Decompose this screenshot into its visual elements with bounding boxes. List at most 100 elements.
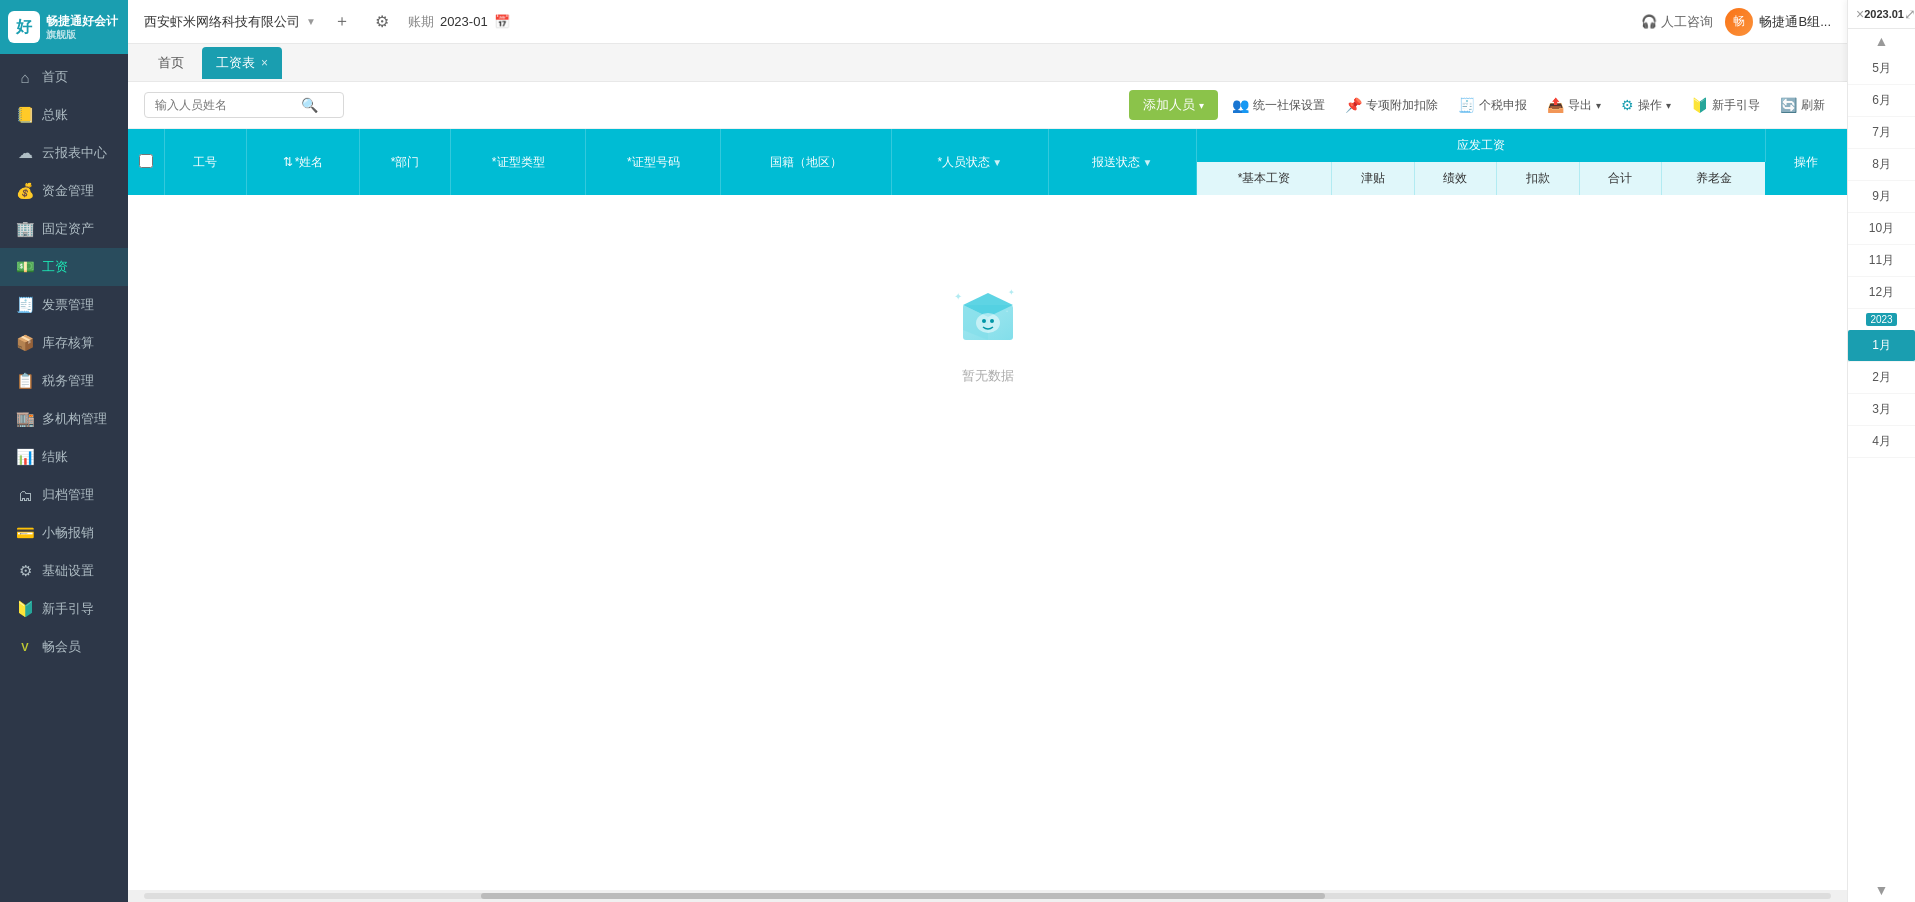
sidebar-item-member[interactable]: V 畅会员 <box>0 628 128 666</box>
tab-home-label: 首页 <box>158 54 184 72</box>
sidebar-item-guide[interactable]: 🔰 新手引导 <box>0 590 128 628</box>
table-container: 工号 ⇅ *姓名 *部门 *证型类型 *证型号码 国籍（地区） <box>128 129 1847 890</box>
sidebar-item-invoice[interactable]: 🧾 发票管理 <box>0 286 128 324</box>
tabbar: 首页 工资表 × <box>128 44 1847 82</box>
th-report-status: 报送状态 ▼ <box>1048 129 1196 195</box>
topbar: 西安虾米网络科技有限公司 ▼ ＋ ⚙ 账期 2023-01 📅 🎧 人工咨询 畅… <box>128 0 1847 44</box>
sidebar-item-label: 发票管理 <box>42 296 94 314</box>
empty-message: 暂无数据 <box>962 367 1014 385</box>
scrollbar-track[interactable] <box>144 893 1831 899</box>
sidebar-item-label: 固定资产 <box>42 220 94 238</box>
sidebar-logo: 好 畅捷通好会计 旗舰版 <box>0 0 128 54</box>
guide-label: 新手引导 <box>1712 97 1760 114</box>
export-button[interactable]: 📤 导出 ▾ <box>1541 93 1607 118</box>
sidebar-item-tax[interactable]: 📋 税务管理 <box>0 362 128 400</box>
content-area: 🔍 添加人员 ▾ 👥 统一社保设置 📌 专项附加扣除 🧾 个税申报 <box>128 82 1847 902</box>
th-dept: *部门 <box>360 129 451 195</box>
sidebar-item-home[interactable]: ⌂ 首页 <box>0 58 128 96</box>
operations-icon: ⚙ <box>1621 97 1634 113</box>
report-filter-icon: ▼ <box>1142 157 1152 168</box>
member-icon: V <box>16 641 34 653</box>
salary-table: 工号 ⇅ *姓名 *部门 *证型类型 *证型号码 国籍（地区） <box>128 129 1847 195</box>
tab-close-button[interactable]: × <box>261 56 268 70</box>
month-item-2023-01[interactable]: 1月 <box>1848 330 1915 362</box>
sidebar-item-label: 工资 <box>42 258 68 276</box>
select-all-checkbox[interactable] <box>139 154 153 168</box>
special-deduction-label: 专项附加扣除 <box>1366 97 1438 114</box>
th-country: 国籍（地区） <box>721 129 892 195</box>
sidebar-item-ledger[interactable]: 📒 总账 <box>0 96 128 134</box>
archive-icon: 🗂 <box>16 487 34 504</box>
sidebar-item-salary[interactable]: 💵 工资 <box>0 248 128 286</box>
special-deduction-button[interactable]: 📌 专项附加扣除 <box>1339 93 1444 118</box>
sidebar-item-label: 资金管理 <box>42 182 94 200</box>
tab-salary-table[interactable]: 工资表 × <box>202 47 282 79</box>
name-sort[interactable]: ⇅ *姓名 <box>283 154 324 171</box>
personal-tax-button[interactable]: 🧾 个税申报 <box>1452 93 1533 118</box>
topbar-right: 🎧 人工咨询 畅 畅捷通B组... <box>1641 8 1831 36</box>
refresh-button[interactable]: 🔄 刷新 <box>1774 93 1831 118</box>
sidebar-item-fixed-assets[interactable]: 🏢 固定资产 <box>0 210 128 248</box>
scroll-down-button[interactable]: ▼ <box>1848 878 1915 902</box>
support-button[interactable]: 🎧 人工咨询 <box>1641 13 1713 31</box>
status-filter[interactable]: *人员状态 ▼ <box>937 154 1002 171</box>
month-item-2022-07[interactable]: 7月 <box>1848 117 1915 149</box>
search-input[interactable] <box>155 98 295 112</box>
th-id-no: *证型号码 <box>586 129 721 195</box>
sidebar-item-archive[interactable]: 🗂 归档管理 <box>0 476 128 514</box>
user-name: 畅捷通B组... <box>1759 13 1831 31</box>
social-security-button[interactable]: 👥 统一社保设置 <box>1226 93 1331 118</box>
chevron-down-icon: ▼ <box>306 16 316 27</box>
add-person-button[interactable]: 添加人员 ▾ <box>1129 90 1218 120</box>
headset-icon: 🎧 <box>1641 14 1657 29</box>
month-item-2023-04[interactable]: 4月 <box>1848 426 1915 458</box>
month-item-2022-11[interactable]: 11月 <box>1848 245 1915 277</box>
tab-home[interactable]: 首页 <box>144 47 198 79</box>
sort-icon: ⇅ <box>283 155 293 169</box>
calendar-icon[interactable]: 📅 <box>494 14 510 29</box>
scrollbar-area <box>128 890 1847 902</box>
personal-tax-label: 个税申报 <box>1479 97 1527 114</box>
inventory-icon: 📦 <box>16 334 34 352</box>
report-filter[interactable]: 报送状态 ▼ <box>1092 154 1152 171</box>
sidebar: 好 畅捷通好会计 旗舰版 ⌂ 首页 📒 总账 ☁ 云报表中心 💰 资金管理 🏢 … <box>0 0 128 902</box>
company-name: 西安虾米网络科技有限公司 <box>144 13 300 31</box>
month-item-2022-09[interactable]: 9月 <box>1848 181 1915 213</box>
period-label: 账期 <box>408 13 434 31</box>
multi-org-icon: 🏬 <box>16 410 34 428</box>
sidebar-item-label: 库存核算 <box>42 334 94 352</box>
th-emp-id: 工号 <box>164 129 247 195</box>
month-item-2022-05[interactable]: 5月 <box>1848 53 1915 85</box>
month-item-2022-06[interactable]: 6月 <box>1848 85 1915 117</box>
main-area: 西安虾米网络科技有限公司 ▼ ＋ ⚙ 账期 2023-01 📅 🎧 人工咨询 畅… <box>128 0 1847 902</box>
sidebar-item-expense[interactable]: 💳 小畅报销 <box>0 514 128 552</box>
user-info[interactable]: 畅 畅捷通B组... <box>1725 8 1831 36</box>
month-item-2022-12[interactable]: 12月 <box>1848 277 1915 309</box>
expand-panel-button[interactable]: ⤢ <box>1904 6 1915 22</box>
scroll-up-button[interactable]: ▲ <box>1848 29 1915 53</box>
sidebar-item-cloud-report[interactable]: ☁ 云报表中心 <box>0 134 128 172</box>
th-status: *人员状态 ▼ <box>891 129 1048 195</box>
sidebar-item-multi-org[interactable]: 🏬 多机构管理 <box>0 400 128 438</box>
add-company-button[interactable]: ＋ <box>328 8 356 36</box>
svg-point-5 <box>990 319 994 323</box>
month-item-2022-08[interactable]: 8月 <box>1848 149 1915 181</box>
sidebar-item-label: 小畅报销 <box>42 524 94 542</box>
svg-text:•: • <box>1006 308 1008 314</box>
guide-button[interactable]: 🔰 新手引导 <box>1685 93 1766 118</box>
sidebar-item-fund[interactable]: 💰 资金管理 <box>0 172 128 210</box>
svg-text:✦: ✦ <box>954 291 962 302</box>
operations-button[interactable]: ⚙ 操作 ▾ <box>1615 93 1677 118</box>
company-selector[interactable]: 西安虾米网络科技有限公司 ▼ <box>144 13 316 31</box>
month-item-2023-03[interactable]: 3月 <box>1848 394 1915 426</box>
settings-icon: ⚙ <box>16 562 34 580</box>
month-item-2022-10[interactable]: 10月 <box>1848 213 1915 245</box>
month-list: 5月 6月 7月 8月 9月 10月 11月 12月 2023 1月 <box>1848 53 1915 878</box>
settings-company-button[interactable]: ⚙ <box>368 8 396 36</box>
sidebar-item-settings[interactable]: ⚙ 基础设置 <box>0 552 128 590</box>
guide-toolbar-icon: 🔰 <box>1691 97 1708 113</box>
close-panel-button[interactable]: × <box>1856 6 1864 22</box>
month-item-2023-02[interactable]: 2月 <box>1848 362 1915 394</box>
sidebar-item-inventory[interactable]: 📦 库存核算 <box>0 324 128 362</box>
sidebar-item-close[interactable]: 📊 结账 <box>0 438 128 476</box>
